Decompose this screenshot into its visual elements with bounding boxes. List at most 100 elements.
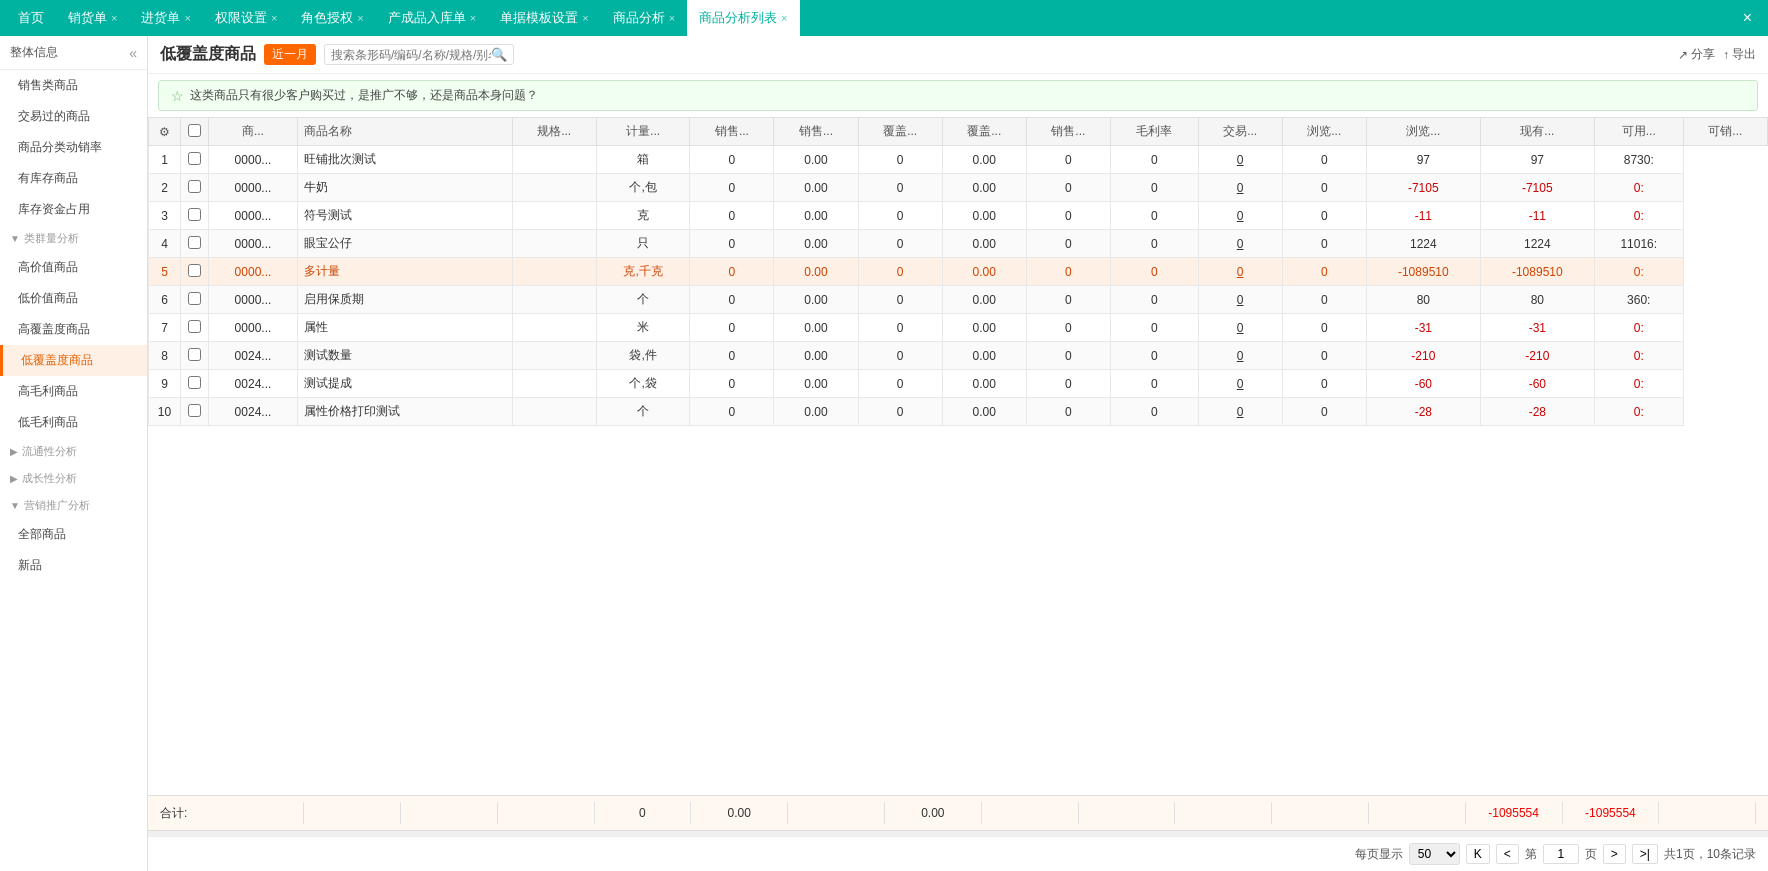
row-checkbox[interactable]	[181, 230, 209, 258]
close-sales-tab[interactable]: ×	[111, 12, 117, 24]
table-container[interactable]: ⚙ 商... 商品名称 规格... 计量... 销售... 销售... 覆盖..…	[148, 117, 1768, 795]
row-cov2: 0.00	[942, 174, 1026, 202]
row-unit: 克	[596, 202, 690, 230]
row-sales3: 0	[1026, 230, 1110, 258]
row-checkbox[interactable]	[181, 370, 209, 398]
row-sales3: 0	[1026, 342, 1110, 370]
nav-purchase[interactable]: 进货单 ×	[129, 0, 202, 36]
sidebar-item-high-profit[interactable]: 高毛利商品	[0, 376, 147, 407]
row-trade[interactable]: 0	[1198, 230, 1282, 258]
row-trade[interactable]: 0	[1198, 342, 1282, 370]
row-checkbox[interactable]	[181, 342, 209, 370]
export-button[interactable]: ↑ 导出	[1723, 46, 1756, 63]
sidebar-item-low-profit[interactable]: 低毛利商品	[0, 407, 147, 438]
col-settings[interactable]: ⚙	[149, 118, 181, 146]
sidebar-item-low-value[interactable]: 低价值商品	[0, 283, 147, 314]
row-checkbox[interactable]	[181, 202, 209, 230]
sidebar-item-high-value[interactable]: 高价值商品	[0, 252, 147, 283]
close-analysis-tab[interactable]: ×	[669, 12, 675, 24]
row-spec	[512, 146, 596, 174]
row-code: 0000...	[209, 230, 298, 258]
sidebar-item-capital[interactable]: 库存资金占用	[0, 194, 147, 225]
close-templates-tab[interactable]: ×	[582, 12, 588, 24]
main-layout: 整体信息 « 销售类商品 交易过的商品 商品分类动销率 有库存商品 库存资金占用…	[0, 36, 1768, 871]
sidebar-item-category-rate[interactable]: 商品分类动销率	[0, 132, 147, 163]
nav-sales[interactable]: 销货单 ×	[56, 0, 129, 36]
row-trade[interactable]: 0	[1198, 370, 1282, 398]
prev-page-button[interactable]: <	[1496, 844, 1519, 864]
row-trade[interactable]: 0	[1198, 286, 1282, 314]
page-number-input[interactable]	[1543, 844, 1579, 864]
row-trade[interactable]: 0	[1198, 314, 1282, 342]
row-trade[interactable]: 0	[1198, 146, 1282, 174]
next-page-button[interactable]: >	[1603, 844, 1626, 864]
row-trade[interactable]: 0	[1198, 174, 1282, 202]
nav-permissions[interactable]: 权限设置 ×	[203, 0, 289, 36]
row-trade[interactable]: 0	[1198, 202, 1282, 230]
nav-products[interactable]: 产成品入库单 ×	[376, 0, 488, 36]
sidebar-item-all-goods[interactable]: 全部商品	[0, 519, 147, 550]
sidebar-item-in-stock[interactable]: 有库存商品	[0, 163, 147, 194]
row-margin: 0	[1110, 286, 1198, 314]
row-name: 测试提成	[297, 370, 512, 398]
row-code: 0000...	[209, 174, 298, 202]
row-browse1: 0	[1282, 314, 1366, 342]
close-products-tab[interactable]: ×	[470, 12, 476, 24]
close-permissions-tab[interactable]: ×	[271, 12, 277, 24]
row-margin: 0	[1110, 202, 1198, 230]
row-checkbox[interactable]	[181, 398, 209, 426]
sidebar-section-cluster[interactable]: ▼ 类群量分析	[0, 225, 147, 252]
sidebar-item-sales-goods[interactable]: 销售类商品	[0, 70, 147, 101]
row-unit: 克,千克	[596, 258, 690, 286]
nav-home[interactable]: 首页	[6, 0, 56, 36]
row-sell: 0:	[1594, 398, 1683, 426]
sidebar-section-flow[interactable]: ▶ 流通性分析	[0, 438, 147, 465]
row-checkbox[interactable]	[181, 146, 209, 174]
share-button[interactable]: ↗ 分享	[1678, 46, 1715, 63]
row-cov2: 0.00	[942, 398, 1026, 426]
per-page-select[interactable]: 50 100 200	[1409, 843, 1460, 865]
time-filter-button[interactable]: 近一月	[264, 44, 316, 65]
search-input[interactable]	[331, 48, 491, 62]
sidebar-item-high-coverage[interactable]: 高覆盖度商品	[0, 314, 147, 345]
row-stock: -7105	[1366, 174, 1480, 202]
row-cov1: 0	[858, 202, 942, 230]
row-spec	[512, 202, 596, 230]
sidebar-section-growth[interactable]: ▶ 成长性分析	[0, 465, 147, 492]
close-all-button[interactable]: ×	[1733, 9, 1762, 27]
row-checkbox[interactable]	[181, 258, 209, 286]
row-checkbox[interactable]	[181, 286, 209, 314]
sidebar-section-marketing[interactable]: ▼ 营销推广分析	[0, 492, 147, 519]
row-code: 0000...	[209, 258, 298, 286]
row-stock: 80	[1366, 286, 1480, 314]
nav-analysis[interactable]: 商品分析 ×	[601, 0, 687, 36]
close-roles-tab[interactable]: ×	[357, 12, 363, 24]
nav-analysis-list[interactable]: 商品分析列表 ×	[687, 0, 799, 36]
row-name: 测试数量	[297, 342, 512, 370]
select-all-checkbox[interactable]	[188, 124, 201, 137]
row-trade[interactable]: 0	[1198, 258, 1282, 286]
row-unit: 袋,件	[596, 342, 690, 370]
close-purchase-tab[interactable]: ×	[184, 12, 190, 24]
close-analysis-list-tab[interactable]: ×	[781, 12, 787, 24]
nav-templates[interactable]: 单据模板设置 ×	[488, 0, 600, 36]
col-cov2-header: 覆盖...	[942, 118, 1026, 146]
per-page-label: 每页显示	[1355, 846, 1403, 863]
col-checkbox[interactable]	[181, 118, 209, 146]
row-cov1: 0	[858, 342, 942, 370]
sidebar-item-new-goods[interactable]: 新品	[0, 550, 147, 581]
total-col-sales1: 0	[595, 802, 692, 824]
last-page-button[interactable]: >|	[1632, 844, 1658, 864]
sidebar-item-traded-goods[interactable]: 交易过的商品	[0, 101, 147, 132]
row-spec	[512, 314, 596, 342]
row-trade[interactable]: 0	[1198, 398, 1282, 426]
row-checkbox[interactable]	[181, 174, 209, 202]
row-cov2: 0.00	[942, 202, 1026, 230]
sidebar-item-low-coverage[interactable]: 低覆盖度商品	[0, 345, 147, 376]
search-icon[interactable]: 🔍	[491, 47, 507, 62]
first-page-button[interactable]: K	[1466, 844, 1490, 864]
sidebar-collapse-button[interactable]: «	[129, 45, 137, 61]
row-checkbox[interactable]	[181, 314, 209, 342]
nav-roles[interactable]: 角色授权 ×	[289, 0, 375, 36]
row-name: 眼宝公仔	[297, 230, 512, 258]
